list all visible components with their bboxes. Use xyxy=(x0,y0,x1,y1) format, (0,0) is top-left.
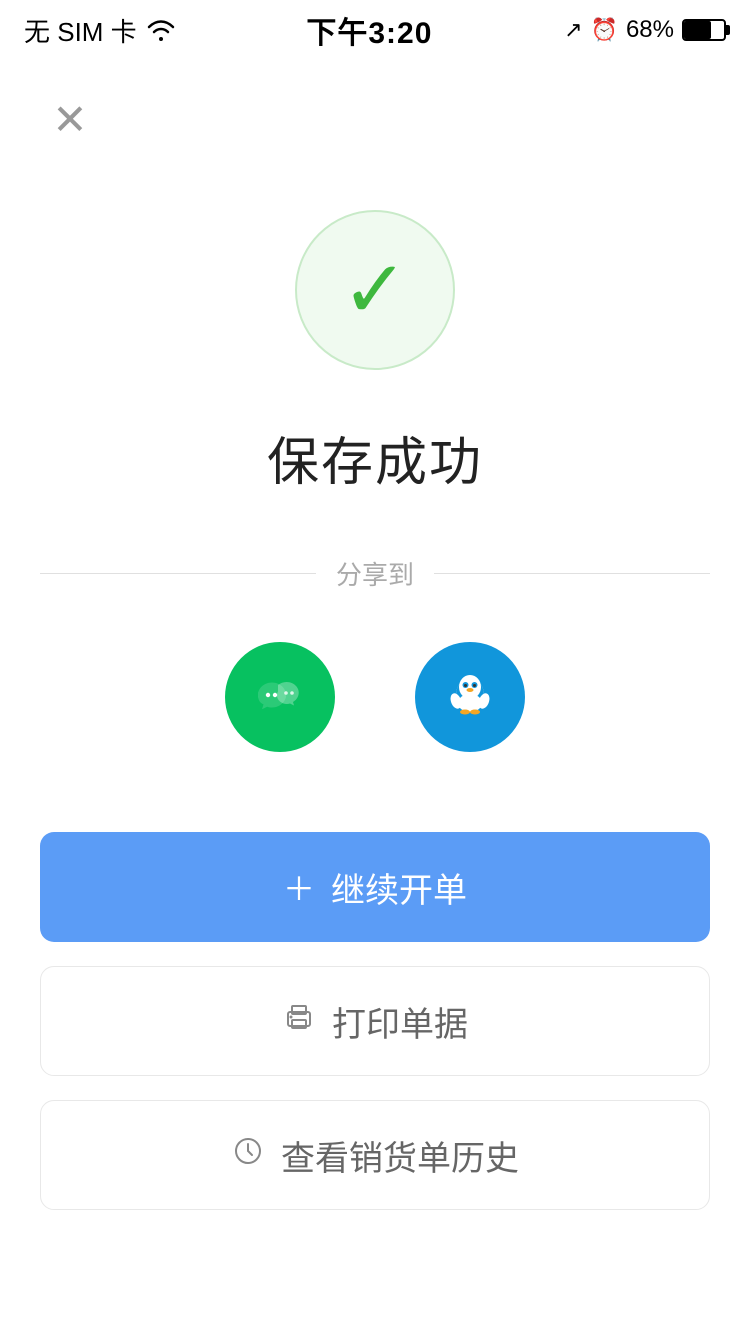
checkmark-icon: ✓ xyxy=(341,250,408,330)
share-qq-button[interactable] xyxy=(415,642,525,752)
status-right: ↗ ⏰ 68% xyxy=(564,16,726,44)
wechat-icon xyxy=(248,665,312,729)
close-btn-row: ✕ xyxy=(40,80,710,150)
divider-right xyxy=(434,573,710,574)
success-circle: ✓ xyxy=(295,210,455,370)
main-content: ✕ ✓ 保存成功 分享到 xyxy=(0,60,750,1334)
battery-fill xyxy=(684,21,711,39)
clock-icon xyxy=(231,1134,265,1176)
qq-icon xyxy=(438,665,502,729)
alarm-icon: ⏰ xyxy=(591,17,618,43)
share-row xyxy=(225,642,525,752)
history-button[interactable]: 查看销货单历史 xyxy=(40,1100,710,1210)
status-left: 无 SIM 卡 xyxy=(24,12,175,49)
close-icon: ✕ xyxy=(52,99,87,141)
time-display: 下午3:20 xyxy=(306,8,432,52)
print-icon xyxy=(282,1000,316,1042)
battery-percent: 68% xyxy=(626,16,674,44)
plus-icon: ＋ xyxy=(283,864,315,910)
wifi-icon xyxy=(147,19,175,41)
continue-label: 继续开单 xyxy=(331,863,467,912)
carrier-label: 无 SIM 卡 xyxy=(24,12,137,49)
status-bar: 无 SIM 卡 下午3:20 ↗ ⏰ 68% xyxy=(0,0,750,60)
success-title: 保存成功 xyxy=(267,420,483,495)
history-label: 查看销货单历史 xyxy=(281,1131,519,1180)
print-button[interactable]: 打印单据 xyxy=(40,966,710,1076)
battery-bar xyxy=(682,19,726,41)
location-icon: ↗ xyxy=(564,17,582,43)
print-label: 打印单据 xyxy=(332,997,468,1046)
share-wechat-button[interactable] xyxy=(225,642,335,752)
continue-button[interactable]: ＋ 继续开单 xyxy=(40,832,710,942)
divider-left xyxy=(40,573,316,574)
share-label: 分享到 xyxy=(336,555,414,592)
close-button[interactable]: ✕ xyxy=(40,90,100,150)
divider-row: 分享到 xyxy=(40,555,710,592)
